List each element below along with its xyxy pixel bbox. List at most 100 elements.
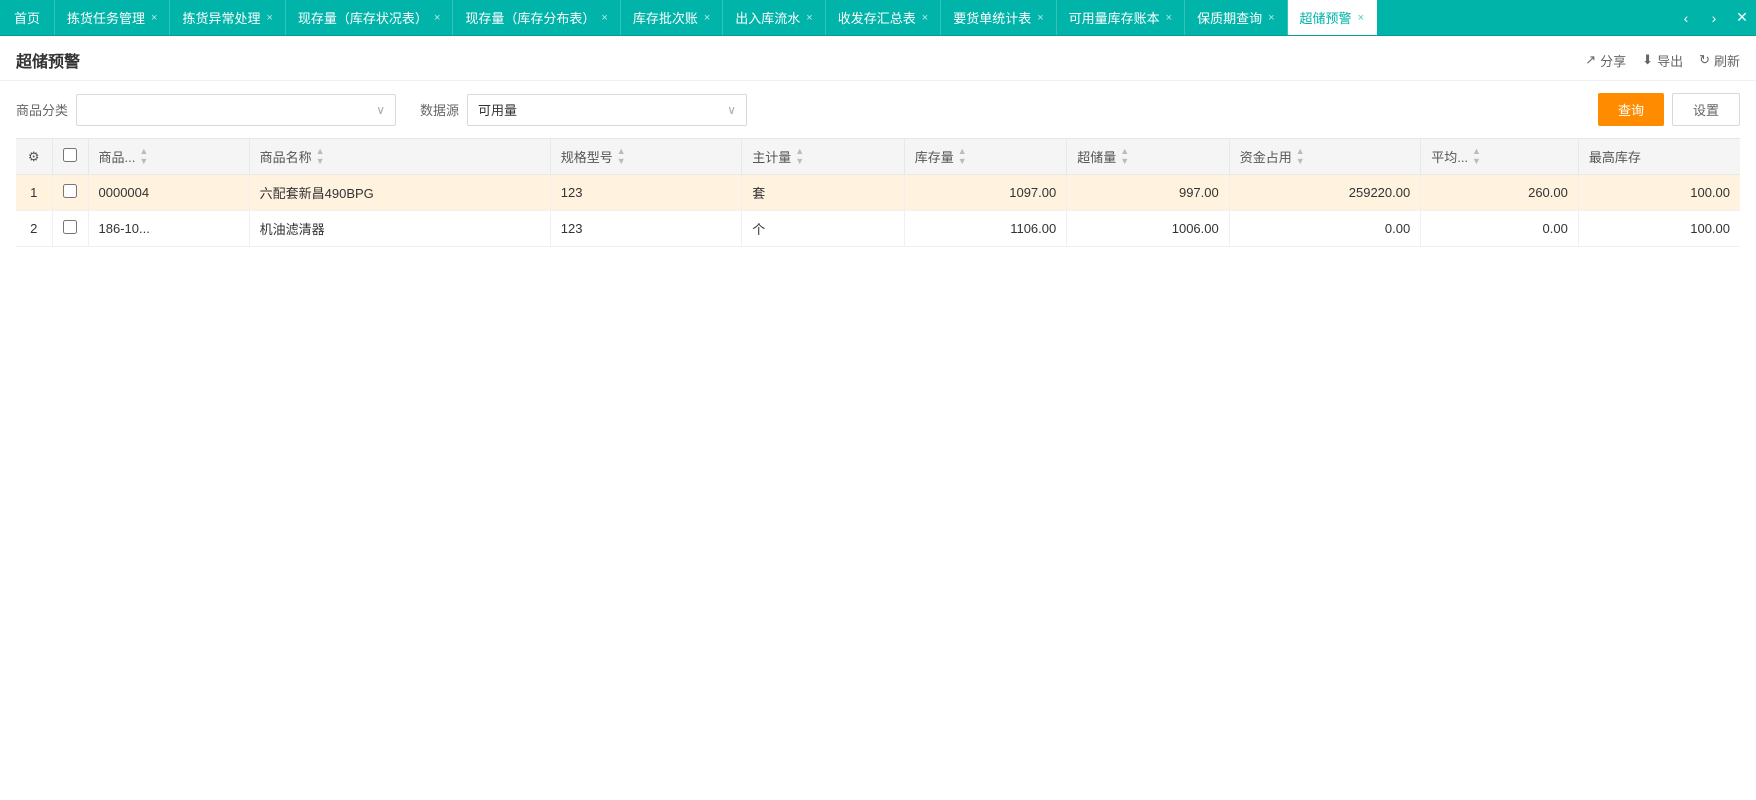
th-product-code[interactable]: 商品... ▲▼ [88,139,249,175]
sort-overstock-icon: ▲▼ [1120,147,1129,166]
row-index-2: 2 [16,211,52,247]
close-tab-5[interactable]: × [704,12,710,24]
th-product-name[interactable]: 商品名称 ▲▼ [249,139,550,175]
row-2-stock: 1106.00 [904,211,1067,247]
table-wrapper: ⚙ 商品... ▲▼ 商品名称 [0,138,1756,247]
share-icon: ↗ [1585,52,1596,68]
datasource-chevron-icon: ∨ [727,103,736,117]
sort-product-name-icon: ▲▼ [316,147,325,166]
tab-10[interactable]: 保质期查询 × [1185,0,1287,35]
export-button[interactable]: ⬇ 导出 [1642,51,1683,70]
row-1-overstock: 997.00 [1067,175,1230,211]
tab-6[interactable]: 出入库流水 × [723,0,825,35]
product-category-chevron-icon: ∨ [376,103,385,117]
gear-icon: ⚙ [28,149,40,164]
row-1-product-code: 0000004 [88,175,249,211]
product-category-label: 商品分类 [16,100,68,119]
row-2-product-code: 186-10... [88,211,249,247]
datasource-filter: 数据源 可用量 ∨ [420,94,747,126]
close-tab-8[interactable]: × [1037,12,1043,24]
th-overstock[interactable]: 超储量 ▲▼ [1067,139,1230,175]
product-category-select[interactable]: ∨ [76,94,396,126]
row-2-unit: 个 [742,211,905,247]
sort-stock-icon: ▲▼ [958,147,967,166]
tab-8[interactable]: 要货单统计表 × [941,0,1056,35]
tab-11[interactable]: 超储预警 × [1288,0,1377,35]
close-tab-3[interactable]: × [434,12,440,24]
datasource-select[interactable]: 可用量 ∨ [467,94,747,126]
th-gear[interactable]: ⚙ [16,139,52,175]
sort-avg-icon: ▲▼ [1472,147,1481,166]
row-2-avg: 0.00 [1421,211,1579,247]
close-tab-9[interactable]: × [1166,12,1172,24]
nav-arrows: ‹ › ✕ [1672,0,1756,35]
row-index-1: 1 [16,175,52,211]
row-1-avg: 260.00 [1421,175,1579,211]
export-icon: ⬇ [1642,52,1653,68]
tab-5[interactable]: 库存批次账 × [621,0,723,35]
close-tab-1[interactable]: × [151,12,157,24]
row-2-product-name: 机油滤清器 [249,211,550,247]
row-1-stock: 1097.00 [904,175,1067,211]
row-1-checkbox-cell[interactable] [52,175,88,211]
row-2-spec: 123 [550,211,741,247]
th-unit[interactable]: 主计量 ▲▼ [742,139,905,175]
close-tab-7[interactable]: × [922,12,928,24]
th-avg[interactable]: 平均... ▲▼ [1421,139,1579,175]
table-header: ⚙ 商品... ▲▼ 商品名称 [16,139,1740,175]
datasource-label: 数据源 [420,100,459,119]
row-2-capital: 0.00 [1229,211,1420,247]
close-tab-2[interactable]: × [266,12,272,24]
sort-unit-icon: ▲▼ [795,147,804,166]
tab-4[interactable]: 现存量（库存分布表） × [453,0,620,35]
row-2-overstock: 1006.00 [1067,211,1230,247]
sort-spec-icon: ▲▼ [617,147,626,166]
sort-product-code-icon: ▲▼ [139,147,148,166]
row-1-product-name: 六配套新昌490BPG [249,175,550,211]
tab-1[interactable]: 拣货任务管理 × [55,0,170,35]
table-body: 1 0000004 六配套新昌490BPG 123 套 1097.00 997.… [16,175,1740,247]
product-category-filter: 商品分类 ∨ [16,94,396,126]
close-tab-6[interactable]: × [806,12,812,24]
sort-capital-icon: ▲▼ [1296,147,1305,166]
nav-prev-button[interactable]: ‹ [1672,0,1700,35]
table-row: 1 0000004 六配套新昌490BPG 123 套 1097.00 997.… [16,175,1740,211]
filter-buttons: 查询 设置 [1598,93,1740,126]
row-1-capital: 259220.00 [1229,175,1420,211]
th-maxstock: 最高库存 [1578,139,1740,175]
close-tab-4[interactable]: × [601,12,607,24]
refresh-button[interactable]: ↻ 刷新 [1699,51,1740,70]
top-navigation: 首页 拣货任务管理 × 拣货异常处理 × 现存量（库存状况表） × 现存量（库存… [0,0,1756,36]
data-table: ⚙ 商品... ▲▼ 商品名称 [16,138,1740,247]
settings-button[interactable]: 设置 [1672,93,1740,126]
row-1-checkbox[interactable] [63,184,77,198]
row-1-spec: 123 [550,175,741,211]
page-title: 超储预警 [16,48,80,72]
header-actions: ↗ 分享 ⬇ 导出 ↻ 刷新 [1585,51,1740,70]
tab-2[interactable]: 拣货异常处理 × [170,0,285,35]
filter-area: 商品分类 ∨ 数据源 可用量 ∨ 查询 设置 [0,81,1756,138]
tab-3[interactable]: 现存量（库存状况表） × [286,0,453,35]
tab-9[interactable]: 可用量库存账本 × [1057,0,1185,35]
nav-home[interactable]: 首页 [0,0,55,35]
datasource-value: 可用量 [478,100,517,119]
th-stock[interactable]: 库存量 ▲▼ [904,139,1067,175]
select-all-checkbox[interactable] [63,148,77,162]
row-1-unit: 套 [742,175,905,211]
nav-menu-button[interactable]: ✕ [1728,0,1756,35]
query-button[interactable]: 查询 [1598,93,1664,126]
close-tab-10[interactable]: × [1268,12,1274,24]
th-capital[interactable]: 资金占用 ▲▼ [1229,139,1420,175]
page-header: 超储预警 ↗ 分享 ⬇ 导出 ↻ 刷新 [0,36,1756,81]
row-1-maxstock: 100.00 [1578,175,1740,211]
refresh-icon: ↻ [1699,52,1710,68]
nav-next-button[interactable]: › [1700,0,1728,35]
row-2-checkbox[interactable] [63,220,77,234]
table-row: 2 186-10... 机油滤清器 123 个 1106.00 1006.00 … [16,211,1740,247]
share-button[interactable]: ↗ 分享 [1585,51,1626,70]
th-checkbox[interactable] [52,139,88,175]
th-spec[interactable]: 规格型号 ▲▼ [550,139,741,175]
tab-7[interactable]: 收发存汇总表 × [826,0,941,35]
row-2-checkbox-cell[interactable] [52,211,88,247]
close-tab-11[interactable]: × [1358,12,1364,24]
